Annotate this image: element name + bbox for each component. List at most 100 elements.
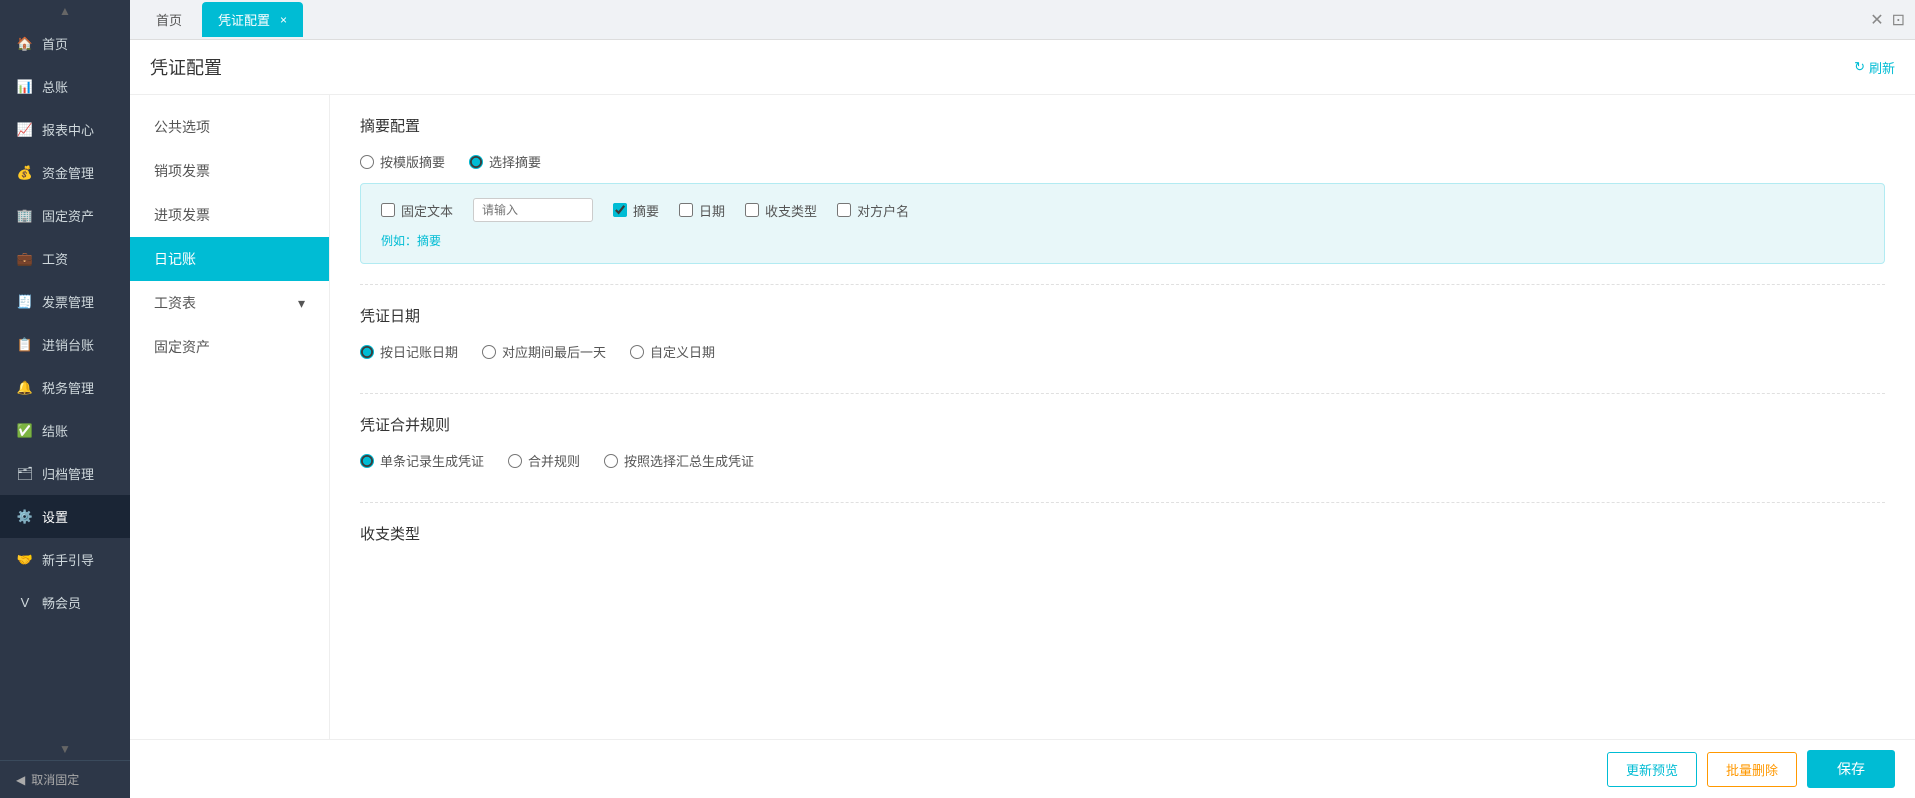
sidebar-bottom-label: 取消固定	[31, 771, 79, 788]
bottom-bar: 更新预览 批量删除 保存	[130, 739, 1915, 798]
sidebar-label-payroll: 工资	[42, 249, 68, 268]
sidebar-icon-member: V	[16, 594, 34, 612]
sidebar-item-tax[interactable]: 🔔 税务管理	[0, 366, 130, 409]
sidebar-item-home[interactable]: 🏠首页	[0, 22, 130, 65]
sidebar-item-sales-ledger[interactable]: 📋进销台账	[0, 323, 130, 366]
tab-label-voucher-config-tab: 凭证配置	[218, 10, 270, 29]
sidebar-scroll-up[interactable]: ▲	[0, 0, 130, 22]
left-nav: 公共选项销项发票进项发票日记账工资表▾ 固定资产	[130, 95, 330, 739]
sidebar-icon-payroll: 💼	[16, 250, 34, 268]
refresh-button[interactable]: ↻ 刷新	[1854, 58, 1895, 77]
sidebar-icon-reports: 📈	[16, 121, 34, 139]
sidebar-label-sales-ledger: 进销台账	[42, 335, 94, 354]
fixed-text-input[interactable]	[381, 203, 395, 217]
page-container: 凭证配置 ↻ 刷新 公共选项销项发票进项发票日记账工资表▾ 固定资产 摘要配置	[130, 40, 1915, 798]
custom-date-radio[interactable]: 自定义日期	[630, 342, 715, 361]
maximize-button[interactable]: ⊡	[1892, 10, 1905, 30]
sidebar-icon-archive: 🗂	[16, 465, 34, 483]
save-button[interactable]: 保存	[1807, 750, 1895, 788]
template-mode-radio[interactable]: 按模版摘要	[360, 152, 445, 171]
income-expense-title: 收支类型	[360, 523, 1885, 544]
income-expense-section: 收支类型	[360, 523, 1885, 580]
sidebar-icon-assets: 🏢	[16, 207, 34, 225]
merge-rule-radio[interactable]: 合并规则	[508, 451, 580, 470]
update-preview-button[interactable]: 更新预览	[1607, 752, 1697, 787]
period-last-day-input[interactable]	[482, 345, 496, 359]
sidebar-scroll-down[interactable]: ▼	[0, 738, 130, 760]
voucher-date-radio-row: 按日记账日期 对应期间最后一天 自定义日期	[360, 342, 1885, 361]
custom-date-input[interactable]	[630, 345, 644, 359]
single-record-input[interactable]	[360, 454, 374, 468]
summary-box: 固定文本 摘要 日期	[360, 183, 1885, 264]
refresh-icon: ↻	[1854, 59, 1865, 75]
choose-mode-radio[interactable]: 选择摘要	[469, 152, 541, 171]
single-record-radio[interactable]: 单条记录生成凭证	[360, 451, 484, 470]
income-type-input[interactable]	[745, 203, 759, 217]
page-title: 凭证配置	[150, 54, 222, 80]
sidebar-item-settle[interactable]: ✅结账	[0, 409, 130, 452]
sidebar-item-payroll[interactable]: 💼 工资	[0, 237, 130, 280]
left-nav-item-fixed-assets[interactable]: 固定资产	[130, 325, 329, 369]
sidebar-item-archive[interactable]: 🗂归档管理	[0, 452, 130, 495]
summary-config-title: 摘要配置	[360, 115, 1885, 136]
tab-voucher-config-tab[interactable]: 凭证配置 ×	[202, 2, 303, 37]
sidebar-item-reports[interactable]: 📈 报表中心	[0, 108, 130, 151]
income-type-check[interactable]: 收支类型	[745, 201, 817, 220]
sidebar-label-member: 畅会员	[42, 593, 81, 612]
sidebar-item-settings[interactable]: ⚙️设置	[0, 495, 130, 538]
date-check[interactable]: 日期	[679, 201, 725, 220]
left-nav-item-sales-invoice[interactable]: 销项发票	[130, 149, 329, 193]
merge-rule-input[interactable]	[508, 454, 522, 468]
fixed-text-check[interactable]: 固定文本	[381, 201, 453, 220]
tab-close-voucher-config-tab[interactable]: ×	[280, 13, 287, 27]
sidebar-label-tax: 税务管理	[42, 378, 94, 397]
journal-date-radio[interactable]: 按日记账日期	[360, 342, 458, 361]
sidebar: ▲ 🏠首页📊总账 📈 报表中心 💰资金管理 🏢 固定资产 💼 工资 🧾发票管理📋进销台账 🔔 税务管…	[0, 0, 130, 798]
content-wrapper: 公共选项销项发票进项发票日记账工资表▾ 固定资产 摘要配置 按模版摘要	[130, 95, 1915, 739]
select-summary-input[interactable]	[604, 454, 618, 468]
sidebar-icon-tax: 🔔	[16, 379, 34, 397]
abstract-input[interactable]	[613, 203, 627, 217]
voucher-merge-section: 凭证合并规则 单条记录生成凭证 合并规则	[360, 414, 1885, 503]
sidebar-label-home: 首页	[42, 34, 68, 53]
minimize-button[interactable]: ✕	[1870, 10, 1883, 30]
example-text: 例如：摘要	[381, 232, 1864, 249]
batch-delete-button[interactable]: 批量删除	[1707, 752, 1797, 787]
tab-home-tab[interactable]: 首页	[140, 2, 198, 37]
fixed-text-field[interactable]	[473, 198, 593, 222]
counterpart-name-input[interactable]	[837, 203, 851, 217]
abstract-check[interactable]: 摘要	[613, 201, 659, 220]
voucher-merge-radio-row: 单条记录生成凭证 合并规则 按照选择汇总生成凭证	[360, 451, 1885, 470]
left-nav-item-journal[interactable]: 日记账	[130, 237, 329, 281]
main-area: 首页凭证配置× ✕ ⊡ 凭证配置 ↻ 刷新 公共选项销项发票进项发票日记账工资表…	[130, 0, 1915, 798]
sidebar-label-guide: 新手引导	[42, 550, 94, 569]
period-last-day-radio[interactable]: 对应期间最后一天	[482, 342, 606, 361]
tab-label-home-tab: 首页	[156, 10, 182, 29]
date-input[interactable]	[679, 203, 693, 217]
sidebar-label-settle: 结账	[42, 421, 68, 440]
sidebar-icon-ledger: 📊	[16, 78, 34, 96]
sidebar-label-reports: 报表中心	[42, 120, 94, 139]
summary-radio-row: 按模版摘要 选择摘要	[360, 152, 1885, 171]
sidebar-label-invoice-mgmt: 发票管理	[42, 292, 94, 311]
counterpart-name-check[interactable]: 对方户名	[837, 201, 909, 220]
template-mode-input[interactable]	[360, 155, 374, 169]
left-nav-item-payroll-table[interactable]: 工资表▾	[130, 281, 329, 325]
select-summary-radio[interactable]: 按照选择汇总生成凭证	[604, 451, 754, 470]
sidebar-item-funds[interactable]: 💰资金管理	[0, 151, 130, 194]
left-nav-label-fixed-assets: 固定资产	[154, 337, 210, 357]
sidebar-label-assets: 固定资产	[42, 206, 94, 225]
choose-mode-input[interactable]	[469, 155, 483, 169]
left-nav-item-purchase-invoice[interactable]: 进项发票	[130, 193, 329, 237]
journal-date-input[interactable]	[360, 345, 374, 359]
sidebar-item-ledger[interactable]: 📊总账	[0, 65, 130, 108]
sidebar-item-assets[interactable]: 🏢 固定资产	[0, 194, 130, 237]
left-nav-item-public[interactable]: 公共选项	[130, 105, 329, 149]
sidebar-item-guide[interactable]: 🤝新手引导	[0, 538, 130, 581]
sidebar-label-settings: 设置	[42, 507, 68, 526]
sidebar-unpin-button[interactable]: ◀ 取消固定	[0, 760, 130, 798]
right-content: 摘要配置 按模版摘要 选择摘要	[330, 95, 1915, 739]
sidebar-item-invoice-mgmt[interactable]: 🧾发票管理	[0, 280, 130, 323]
pin-icon: ◀	[16, 773, 25, 787]
sidebar-item-member[interactable]: V 畅会员	[0, 581, 130, 624]
